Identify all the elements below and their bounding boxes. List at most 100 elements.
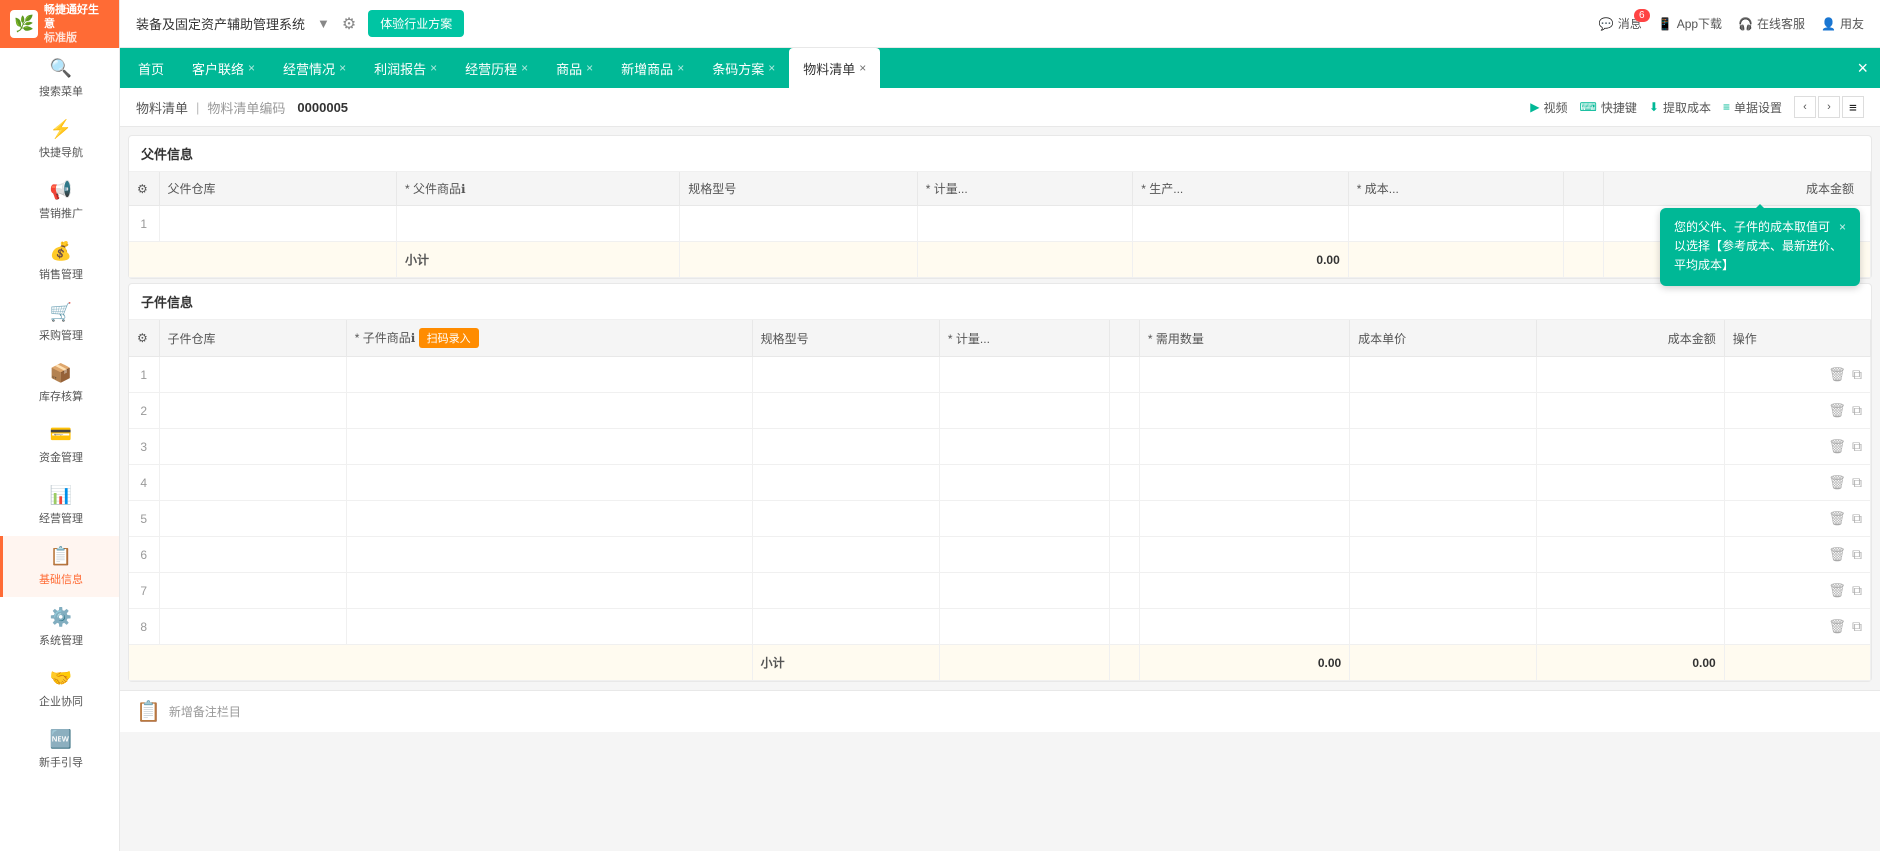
tab-profit[interactable]: 利润报告 × <box>360 48 451 88</box>
child-cell-spec-2[interactable] <box>752 393 939 429</box>
sidebar-item-search[interactable]: 🔍 搜索菜单 <box>0 48 119 109</box>
tab-goods[interactable]: 商品 × <box>542 48 607 88</box>
parent-cell-spec-1[interactable] <box>680 206 917 242</box>
close-bom-tab[interactable]: × <box>859 61 866 75</box>
delete-icon-2[interactable]: 🗑 <box>1828 402 1846 419</box>
close-operations-tab[interactable]: × <box>339 61 346 75</box>
child-cell-spec-4[interactable] <box>752 465 939 501</box>
parent-cell-production-1[interactable] <box>1133 206 1349 242</box>
child-cell-unitcost-7[interactable] <box>1350 573 1537 609</box>
child-cell-warehouse-2[interactable] <box>159 393 346 429</box>
parent-col-settings[interactable]: ⚙ <box>129 172 159 206</box>
child-cell-qty-4[interactable] <box>939 465 1109 501</box>
tab-customer[interactable]: 客户联络 × <box>178 48 269 88</box>
close-history-tab[interactable]: × <box>521 61 528 75</box>
tab-home[interactable]: 首页 <box>124 48 178 88</box>
child-cell-unitcost-6[interactable] <box>1350 537 1537 573</box>
delete-icon-5[interactable]: 🗑 <box>1828 510 1846 527</box>
child-cell-needed-4[interactable] <box>1139 465 1349 501</box>
next-page-btn[interactable]: › <box>1818 96 1840 118</box>
sidebar-item-finance[interactable]: 💳 资金管理 <box>0 414 119 475</box>
close-profit-tab[interactable]: × <box>430 61 437 75</box>
copy-icon-7[interactable]: ⧉ <box>1852 582 1862 599</box>
sidebar-item-guide[interactable]: 🆕 新手引导 <box>0 719 119 780</box>
delete-icon-7[interactable]: 🗑 <box>1828 582 1846 599</box>
tab-new-goods[interactable]: 新增商品 × <box>607 48 698 88</box>
delete-icon-1[interactable]: 🗑 <box>1828 366 1846 383</box>
close-barcode-tab[interactable]: × <box>768 61 775 75</box>
delete-icon-8[interactable]: 🗑 <box>1828 618 1846 635</box>
child-cell-qty-5[interactable] <box>939 501 1109 537</box>
copy-icon-8[interactable]: ⧉ <box>1852 618 1862 635</box>
child-col-settings[interactable]: ⚙ <box>129 320 159 357</box>
sidebar-item-sales[interactable]: 💰 销售管理 <box>0 231 119 292</box>
child-cell-warehouse-8[interactable] <box>159 609 346 645</box>
child-cell-goods-7[interactable] <box>346 573 752 609</box>
parent-cell-qty-1[interactable] <box>917 206 1133 242</box>
scan-input-btn[interactable]: 扫码录入 <box>419 328 479 348</box>
child-cell-unitcost-5[interactable] <box>1350 501 1537 537</box>
close-customer-tab[interactable]: × <box>248 61 255 75</box>
child-cell-needed-1[interactable] <box>1139 357 1349 393</box>
child-cell-unitcost-3[interactable] <box>1350 429 1537 465</box>
child-cell-warehouse-1[interactable] <box>159 357 346 393</box>
child-cell-goods-6[interactable] <box>346 537 752 573</box>
single-settings-action[interactable]: ≡ 单据设置 <box>1723 99 1782 116</box>
grid-view-btn[interactable]: ≡ <box>1842 96 1864 118</box>
child-cell-qty-8[interactable] <box>939 609 1109 645</box>
child-cell-unitcost-2[interactable] <box>1350 393 1537 429</box>
user-action[interactable]: 👤 用友 <box>1821 15 1864 32</box>
sidebar-item-purchase[interactable]: 🛒 采购管理 <box>0 292 119 353</box>
child-cell-goods-5[interactable] <box>346 501 752 537</box>
tab-barcode[interactable]: 条码方案 × <box>698 48 789 88</box>
child-cell-goods-3[interactable] <box>346 429 752 465</box>
child-cell-unitcost-1[interactable] <box>1350 357 1537 393</box>
delete-icon-3[interactable]: 🗑 <box>1828 438 1846 455</box>
child-cell-qty-1[interactable] <box>939 357 1109 393</box>
online-support-action[interactable]: 🎧 在线客服 <box>1738 15 1805 32</box>
copy-icon-1[interactable]: ⧉ <box>1852 366 1862 383</box>
app-download-action[interactable]: 📱 App下载 <box>1658 15 1722 32</box>
close-newgoods-tab[interactable]: × <box>677 61 684 75</box>
child-cell-qty-7[interactable] <box>939 573 1109 609</box>
sidebar-item-marketing[interactable]: 📢 营销推广 <box>0 170 119 231</box>
child-cell-warehouse-3[interactable] <box>159 429 346 465</box>
tooltip-close-btn[interactable]: × <box>1839 218 1846 237</box>
extract-cost-action[interactable]: ⬇ 提取成本 <box>1649 99 1711 116</box>
trial-button[interactable]: 体验行业方案 <box>368 10 464 37</box>
child-cell-warehouse-6[interactable] <box>159 537 346 573</box>
child-cell-needed-8[interactable] <box>1139 609 1349 645</box>
child-cell-needed-3[interactable] <box>1139 429 1349 465</box>
tab-history[interactable]: 经营历程 × <box>451 48 542 88</box>
copy-icon-5[interactable]: ⧉ <box>1852 510 1862 527</box>
copy-icon-2[interactable]: ⧉ <box>1852 402 1862 419</box>
delete-icon-6[interactable]: 🗑 <box>1828 546 1846 563</box>
settings-icon[interactable]: ⚙ <box>342 14 356 34</box>
sidebar-item-collab[interactable]: 🤝 企业协同 <box>0 658 119 719</box>
parent-cell-warehouse-1[interactable] <box>159 206 396 242</box>
sidebar-item-basic[interactable]: 📋 基础信息 <box>0 536 119 597</box>
view-action[interactable]: ▶ 视频 <box>1530 99 1567 116</box>
child-cell-goods-4[interactable] <box>346 465 752 501</box>
child-cell-warehouse-5[interactable] <box>159 501 346 537</box>
child-cell-spec-3[interactable] <box>752 429 939 465</box>
child-cell-goods-1[interactable] <box>346 357 752 393</box>
prev-page-btn[interactable]: ‹ <box>1794 96 1816 118</box>
child-cell-goods-8[interactable] <box>346 609 752 645</box>
sidebar-item-system[interactable]: ⚙️ 系统管理 <box>0 597 119 658</box>
child-cell-qty-6[interactable] <box>939 537 1109 573</box>
child-cell-needed-2[interactable] <box>1139 393 1349 429</box>
copy-icon-4[interactable]: ⧉ <box>1852 474 1862 491</box>
parent-cell-cost-1[interactable] <box>1348 206 1564 242</box>
child-cell-qty-2[interactable] <box>939 393 1109 429</box>
child-cell-spec-7[interactable] <box>752 573 939 609</box>
close-all-tabs[interactable]: × <box>1849 58 1876 79</box>
child-cell-spec-5[interactable] <box>752 501 939 537</box>
child-cell-warehouse-4[interactable] <box>159 465 346 501</box>
child-cell-spec-1[interactable] <box>752 357 939 393</box>
copy-icon-3[interactable]: ⧉ <box>1852 438 1862 455</box>
child-cell-needed-5[interactable] <box>1139 501 1349 537</box>
sidebar-item-quicknav[interactable]: ⚡ 快捷导航 <box>0 109 119 170</box>
copy-icon-6[interactable]: ⧉ <box>1852 546 1862 563</box>
tab-bom[interactable]: 物料清单 × <box>789 48 880 88</box>
